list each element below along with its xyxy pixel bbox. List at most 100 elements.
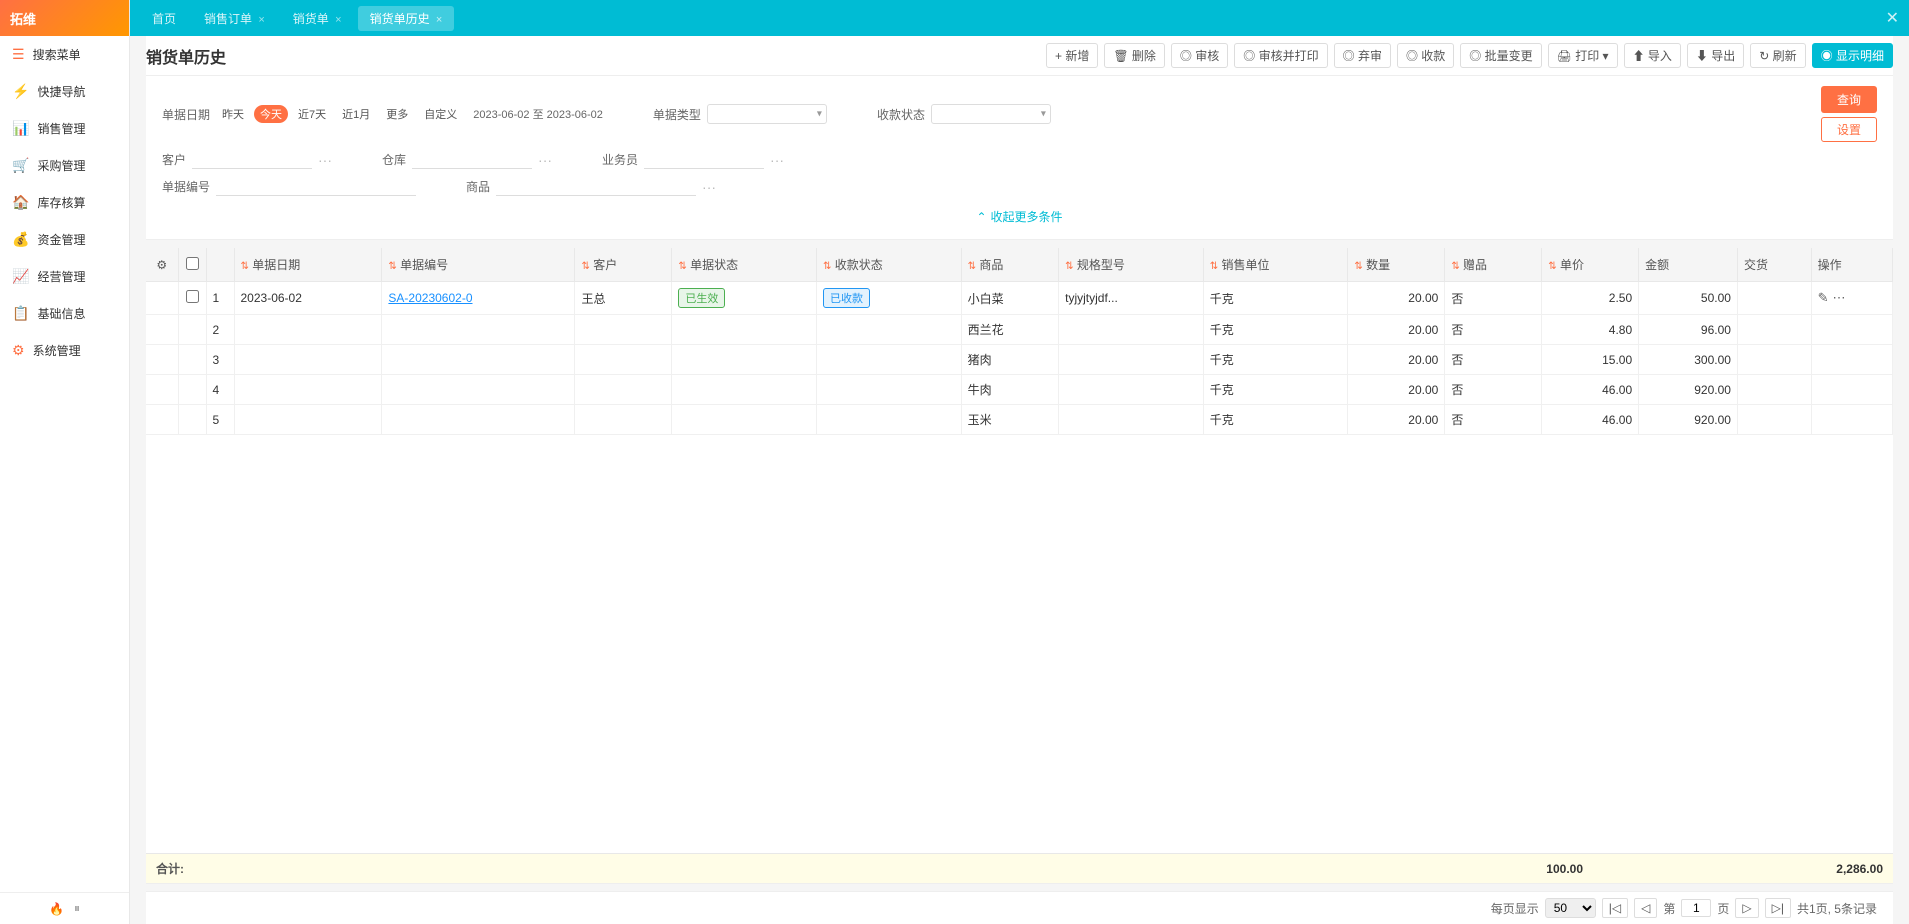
cell-rowno: 1 xyxy=(206,282,234,315)
th-customer[interactable]: ⇅ 客户 xyxy=(575,248,672,282)
th-goods[interactable]: ⇅ 商品 xyxy=(961,248,1058,282)
docno-input[interactable] xyxy=(216,177,416,196)
setting-button[interactable]: 设置 xyxy=(1821,117,1877,142)
custom-tag[interactable]: 自定义 xyxy=(418,105,463,123)
date-tags: 昨天 今天 近7天 近1月 更多 自定义 xyxy=(216,105,463,123)
edit-icon[interactable]: ✎ xyxy=(1818,290,1829,306)
month-tag[interactable]: 近1月 xyxy=(336,105,376,123)
staff-input[interactable] xyxy=(644,150,764,169)
table-row: 5玉米千克20.00否46.00920.00 xyxy=(146,405,1893,435)
more-tag[interactable]: 更多 xyxy=(380,105,414,123)
cell-checkbox[interactable] xyxy=(178,282,206,315)
import-button[interactable]: ⬆ 导入 xyxy=(1624,43,1681,68)
cell-gift: 否 xyxy=(1445,405,1542,435)
audit-print-button[interactable]: ◎ 审核并打印 xyxy=(1234,43,1327,68)
more-icon[interactable]: ⋯ xyxy=(1832,290,1845,306)
cell-settings xyxy=(146,315,178,345)
sidebar-item-basic-info[interactable]: 📋 基础信息 xyxy=(0,295,129,332)
page-number-input[interactable] xyxy=(1681,899,1711,917)
audit-button[interactable]: ◎ 审核 xyxy=(1171,43,1228,68)
last-page-button[interactable]: ▷| xyxy=(1765,898,1791,918)
today-tag[interactable]: 今天 xyxy=(254,105,288,123)
sidebar-item-sys-mgmt[interactable]: ⚙ 系统管理 xyxy=(0,332,129,369)
tab-sales-goods-close[interactable]: × xyxy=(335,14,341,26)
print-button[interactable]: 🖨 打印 ▾ xyxy=(1548,43,1618,68)
refresh-button[interactable]: ↻ 刷新 xyxy=(1750,43,1805,68)
batch-change-button[interactable]: ◎ 批量变更 xyxy=(1460,43,1541,68)
select-all-checkbox[interactable] xyxy=(186,257,199,270)
cell-amount: 920.00 xyxy=(1639,375,1738,405)
customer-input[interactable] xyxy=(192,150,312,169)
sidebar-item-purchase[interactable]: 🛒 采购管理 xyxy=(0,147,129,184)
cell-amount: 920.00 xyxy=(1639,405,1738,435)
collapse-row: ⌃ 收起更多条件 xyxy=(162,204,1877,229)
cell-customer xyxy=(575,405,672,435)
sidebar-item-inventory[interactable]: 🏠 库存核算 xyxy=(0,184,129,221)
sidebar-item-label: 库存核算 xyxy=(37,194,85,211)
per-page-select[interactable]: 50 100 200 xyxy=(1545,898,1596,918)
th-action: 操作 xyxy=(1811,248,1892,282)
yesterday-tag[interactable]: 昨天 xyxy=(216,105,250,123)
th-docstatus[interactable]: ⇅ 单据状态 xyxy=(672,248,817,282)
prev-page-button[interactable]: ◁ xyxy=(1634,898,1657,918)
sidebar-item-search-menu[interactable]: ☰ 搜索菜单 xyxy=(0,36,129,73)
cell-checkbox[interactable] xyxy=(178,375,206,405)
delete-button[interactable]: 🗑 删除 xyxy=(1104,43,1165,68)
show-detail-button[interactable]: ◉ 显示明细 xyxy=(1812,43,1893,68)
cell-docstatus xyxy=(672,315,817,345)
warehouse-picker[interactable]: ··· xyxy=(538,152,552,168)
gear-icon[interactable]: ⚙ xyxy=(156,258,167,272)
goods-input[interactable] xyxy=(496,177,696,196)
pause-icon[interactable]: ⏸ xyxy=(74,901,80,916)
doc-link[interactable]: SA-20230602-0 xyxy=(388,291,472,305)
cell-checkbox[interactable] xyxy=(178,345,206,375)
goods-picker[interactable]: ··· xyxy=(702,179,716,195)
add-button[interactable]: + 新增 xyxy=(1046,43,1098,68)
collapse-button[interactable]: ⌃ 收起更多条件 xyxy=(972,204,1066,229)
cell-checkbox[interactable] xyxy=(178,405,206,435)
cell-rowno: 5 xyxy=(206,405,234,435)
sidebar-item-sales[interactable]: 📊 销售管理 xyxy=(0,110,129,147)
staff-picker[interactable]: ··· xyxy=(770,152,784,168)
export-button[interactable]: ⬇ 导出 xyxy=(1687,43,1744,68)
tab-sales-order[interactable]: 销售订单 × xyxy=(192,6,277,31)
th-docno[interactable]: ⇅ 单据编号 xyxy=(382,248,575,282)
sidebar-item-finance[interactable]: 💰 资金管理 xyxy=(0,221,129,258)
tab-sales-order-close[interactable]: × xyxy=(258,14,264,26)
th-spec[interactable]: ⇅ 规格型号 xyxy=(1059,248,1204,282)
row-checkbox[interactable] xyxy=(186,290,199,303)
th-qty[interactable]: ⇅ 数量 xyxy=(1348,248,1445,282)
fire-icon[interactable]: 🔥 xyxy=(49,902,64,916)
type-select[interactable] xyxy=(707,104,827,124)
sales-icon: 📊 xyxy=(12,120,29,137)
close-all-tabs[interactable]: ✕ xyxy=(1886,8,1899,28)
week-tag[interactable]: 近7天 xyxy=(292,105,332,123)
reject-audit-button[interactable]: ◎ 弃审 xyxy=(1334,43,1391,68)
status-select[interactable] xyxy=(931,104,1051,124)
cell-spec: tyjyjtyjdf... xyxy=(1059,282,1204,315)
tab-sales-goods[interactable]: 销货单 × xyxy=(281,6,354,31)
table-row: 4牛肉千克20.00否46.00920.00 xyxy=(146,375,1893,405)
collect-button[interactable]: ◎ 收款 xyxy=(1397,43,1454,68)
first-page-button[interactable]: |◁ xyxy=(1602,898,1628,918)
th-gift[interactable]: ⇅ 赠品 xyxy=(1445,248,1542,282)
th-unit[interactable]: ⇅ 销售单位 xyxy=(1203,248,1348,282)
tab-sales-history-close[interactable]: × xyxy=(436,14,442,26)
tab-home[interactable]: 首页 xyxy=(140,6,188,31)
tab-sales-history[interactable]: 销货单历史 × xyxy=(358,6,455,31)
operation-icon: 📈 xyxy=(12,268,29,285)
sidebar-item-operation[interactable]: 📈 经营管理 xyxy=(0,258,129,295)
th-settings[interactable]: ⚙ xyxy=(146,248,178,282)
inventory-icon: 🏠 xyxy=(12,194,29,211)
th-paystatus[interactable]: ⇅ 收款状态 xyxy=(817,248,962,282)
customer-picker[interactable]: ··· xyxy=(318,152,332,168)
th-price[interactable]: ⇅ 单价 xyxy=(1542,248,1639,282)
next-page-button[interactable]: ▷ xyxy=(1735,898,1758,918)
cell-checkbox[interactable] xyxy=(178,315,206,345)
warehouse-input[interactable] xyxy=(412,150,532,169)
cell-customer xyxy=(575,345,672,375)
scrollbar-area[interactable] xyxy=(146,883,1893,891)
th-date[interactable]: ⇅ 单据日期 xyxy=(234,248,382,282)
query-button[interactable]: 查询 xyxy=(1821,86,1877,113)
sidebar-item-quick-nav[interactable]: ⚡ 快捷导航 xyxy=(0,73,129,110)
